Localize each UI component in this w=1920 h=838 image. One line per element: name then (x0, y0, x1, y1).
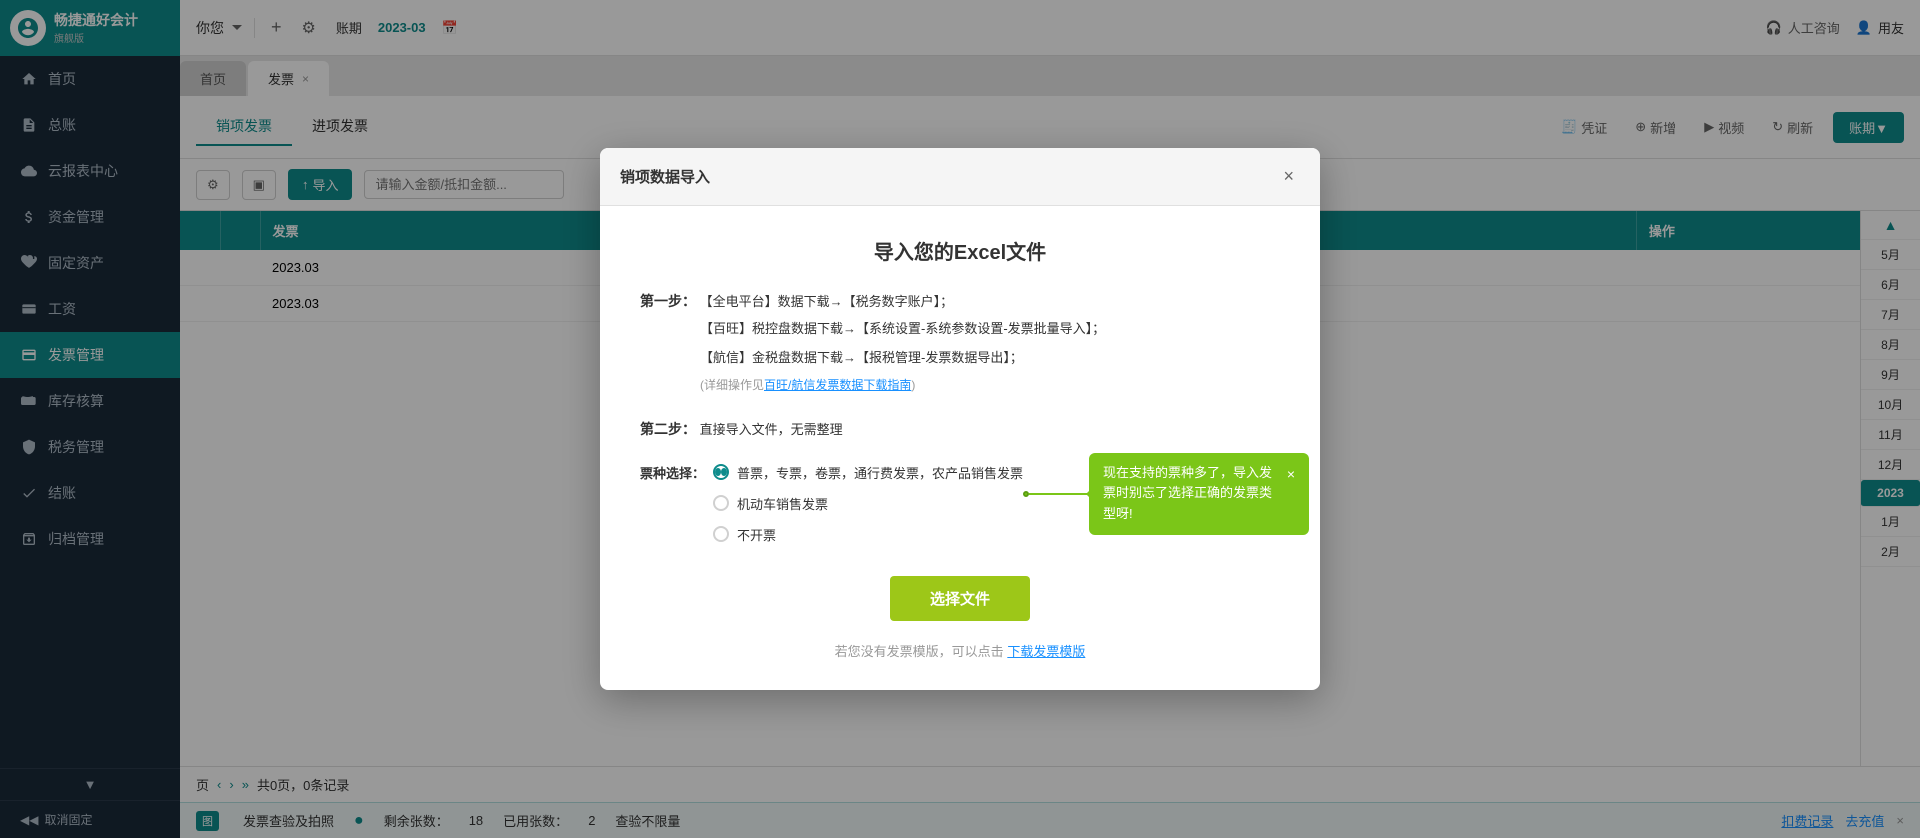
modal-overlay: 销项数据导入 × 导入您的Excel文件 第一步： 【全电平台】数据下载→【税务… (0, 0, 1920, 838)
modal-body: 导入您的Excel文件 第一步： 【全电平台】数据下载→【税务数字账户】； 【百… (600, 206, 1320, 689)
step1-line2: 【百旺】税控盘数据下载→【系统设置-系统参数设置-发票批量导入】； (700, 315, 1280, 344)
radio-option-1[interactable]: 普票，专票，卷票，通行费发票，农产品销售发票 (713, 463, 1023, 482)
step2-row: 第二步： 直接导入文件，无需整理 (640, 417, 1280, 443)
step1-guide-link[interactable]: 百旺/航信发票数据下载指南 (764, 378, 911, 392)
radio-1-label: 普票，专票，卷票，通行费发票，农产品销售发票 (737, 463, 1023, 482)
radio-1-circle (713, 464, 729, 480)
radio-group: 票种选择： 普票，专票，卷票，通行费发票，农产品销售发票 (640, 463, 1280, 556)
step1-link-prefix: (详细操作见 (700, 378, 764, 392)
radio-2-circle (713, 495, 729, 511)
modal-footer: 若您没有发票模版，可以点击 下载发票模版 (640, 641, 1280, 660)
step1-line1: 【全电平台】数据下载→【税务数字账户】； (700, 294, 954, 309)
step1-line3: 【航信】金税盘数据下载→【报税管理-发票数据导出】； (700, 344, 1280, 373)
tooltip-content: 现在支持的票种多了，导入发票时别忘了选择正确的发票类型呀! (1103, 465, 1272, 522)
radio-3-label: 不开票 (737, 525, 776, 544)
modal-main-title: 导入您的Excel文件 (640, 236, 1280, 265)
radio-label: 票种选择： (640, 463, 705, 485)
tooltip-close-button[interactable]: × (1287, 463, 1295, 485)
tooltip-line (1029, 493, 1089, 495)
modal-header: 销项数据导入 × (600, 148, 1320, 206)
step2-label: 第二步： (640, 421, 696, 437)
footer-text: 若您没有发票模版，可以点击 (835, 644, 1004, 659)
step1-label: 第一步： (640, 293, 696, 309)
step1-link-suffix: ) (911, 378, 915, 392)
tooltip-connector: × 现在支持的票种多了，导入发票时别忘了选择正确的发票类型呀! (1023, 453, 1309, 535)
select-file-button[interactable]: 选择文件 (890, 576, 1030, 621)
modal-dialog: 销项数据导入 × 导入您的Excel文件 第一步： 【全电平台】数据下载→【税务… (600, 148, 1320, 689)
modal-close-button[interactable]: × (1277, 164, 1300, 189)
radio-3-circle (713, 526, 729, 542)
radio-option-1-wrapper: 普票，专票，卷票，通行费发票，农产品销售发票 × 现在支持的票种多了，导入发票时… (713, 463, 1023, 494)
step2-content: 直接导入文件，无需整理 (700, 422, 843, 437)
download-template-link[interactable]: 下载发票模版 (1007, 644, 1085, 659)
step1-row: 第一步： 【全电平台】数据下载→【税务数字账户】； 【百旺】税控盘数据下载→【系… (640, 289, 1280, 396)
radio-option-3[interactable]: 不开票 (713, 525, 1023, 544)
radio-2-label: 机动车销售发票 (737, 494, 828, 513)
modal-title: 销项数据导入 (620, 166, 710, 187)
tooltip-bubble: × 现在支持的票种多了，导入发票时别忘了选择正确的发票类型呀! (1089, 453, 1309, 535)
radio-option-2[interactable]: 机动车销售发票 (713, 494, 1023, 513)
radio-group-wrapper: 票种选择： 普票，专票，卷票，通行费发票，农产品销售发票 (640, 463, 1280, 556)
